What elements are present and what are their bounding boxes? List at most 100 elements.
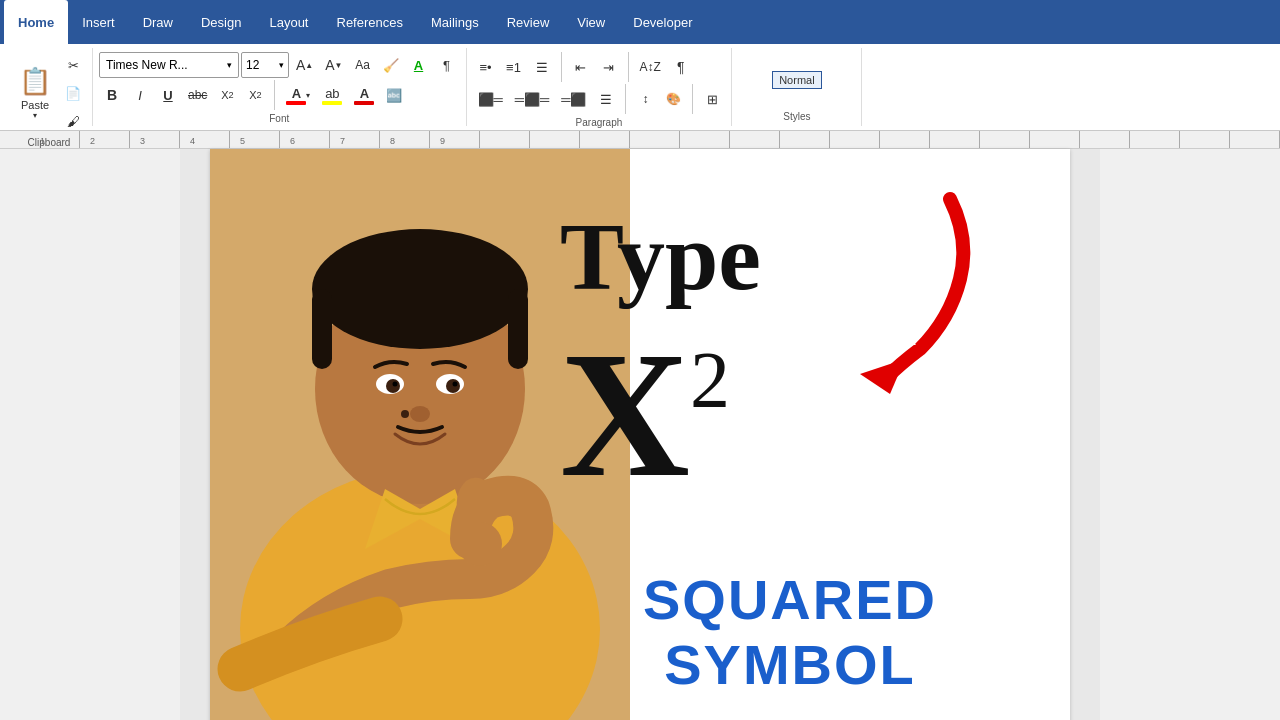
font-size-value: 12	[246, 58, 259, 72]
tab-design[interactable]: Design	[187, 0, 255, 44]
ruler-mark-4: 4	[190, 136, 195, 146]
paste-dropdown-icon: ▾	[33, 111, 37, 120]
font-dropdown-icon: ▾	[227, 60, 232, 70]
ruler: 1 2 3 4 5 6 7 8 9	[0, 131, 1280, 149]
svg-rect-5	[312, 289, 332, 369]
tab-mailings[interactable]: Mailings	[417, 0, 493, 44]
tab-insert[interactable]: Insert	[68, 0, 129, 44]
font-color-button[interactable]: A ▾	[281, 82, 315, 108]
align-left-button[interactable]: ⬛═	[473, 86, 508, 112]
ruler-mark-3: 3	[140, 136, 145, 146]
superscript-button[interactable]: X2	[242, 82, 268, 108]
sep2	[561, 52, 562, 82]
font-name-selector[interactable]: Times New R... ▾	[99, 52, 239, 78]
copy-button[interactable]: 📄	[60, 80, 86, 106]
ruler-mark-9: 9	[440, 136, 445, 146]
ruler-inner: 1 2 3 4 5 6 7 8 9	[30, 131, 1280, 148]
text-color2-display: A	[354, 86, 374, 105]
svg-point-15	[401, 410, 409, 418]
font-size-selector[interactable]: 12 ▾	[241, 52, 289, 78]
ruler-mark-1: 1	[40, 136, 45, 146]
font-style-button[interactable]: 🔤	[381, 82, 407, 108]
styles-row: Normal	[738, 52, 855, 108]
svg-point-12	[453, 382, 458, 387]
ruler-mark-7: 7	[340, 136, 345, 146]
right-margin	[1070, 149, 1100, 720]
tab-layout[interactable]: Layout	[255, 0, 322, 44]
tab-draw[interactable]: Draw	[129, 0, 187, 44]
sep4	[625, 84, 626, 114]
svg-point-10	[446, 379, 460, 393]
highlight-color-button[interactable]: ab	[317, 82, 347, 108]
x-character: X	[560, 325, 690, 505]
left-margin	[180, 149, 210, 720]
italic-button[interactable]: I	[127, 82, 153, 108]
svg-point-9	[386, 379, 400, 393]
paragraph-row2: ⬛═ ═⬛═ ═⬛ ☰ ↕ 🎨 ⊞	[473, 84, 726, 114]
document-area: Type X 2 SQUARED SYMBOL	[0, 149, 1280, 720]
bullets-button[interactable]: ≡•	[473, 54, 499, 80]
styles-label: Styles	[738, 110, 855, 122]
justify-button[interactable]: ☰	[593, 86, 619, 112]
bold-button[interactable]: B	[99, 82, 125, 108]
tab-bar: Home Insert Draw Design Layout Reference…	[0, 0, 1280, 44]
sort-button[interactable]: A↕Z	[635, 54, 666, 80]
align-center-button[interactable]: ═⬛═	[510, 86, 554, 112]
paragraph-mark-button[interactable]: ¶	[434, 52, 460, 78]
underline-button[interactable]: U	[155, 82, 181, 108]
font-size-dropdown-icon: ▾	[279, 60, 284, 70]
tab-home[interactable]: Home	[4, 0, 68, 44]
paste-button[interactable]: 📋 Paste ▾	[12, 67, 58, 119]
subscript-button[interactable]: X2	[214, 82, 240, 108]
svg-point-11	[393, 382, 398, 387]
decrease-indent-button[interactable]: ⇤	[568, 54, 594, 80]
paragraph-row1: ≡• ≡1 ☰ ⇤ ⇥ A↕Z ¶	[473, 52, 726, 82]
document-page[interactable]: Type X 2 SQUARED SYMBOL	[210, 149, 1070, 720]
paragraph-label: Paragraph	[473, 116, 726, 128]
svg-marker-16	[860, 359, 905, 394]
decrease-font-button[interactable]: A▼	[320, 52, 347, 78]
cut-button[interactable]: ✂	[60, 52, 86, 78]
show-formatting-button[interactable]: ¶	[668, 54, 694, 80]
tab-references[interactable]: References	[323, 0, 417, 44]
borders-button[interactable]: ⊞	[699, 86, 725, 112]
font-color-bar	[286, 101, 306, 105]
arrow-svg	[790, 179, 990, 429]
ribbon: Home Insert Draw Design Layout Reference…	[0, 0, 1280, 131]
strikethrough-button[interactable]: abc	[183, 82, 212, 108]
text-color2-button[interactable]: A	[349, 82, 379, 108]
tab-review[interactable]: Review	[493, 0, 564, 44]
sep5	[692, 84, 693, 114]
paste-icon: 📋	[19, 66, 51, 97]
normal-style-button[interactable]: Normal	[772, 71, 821, 89]
font-row2: B I U abc X2 X2 A ▾ ab	[99, 80, 460, 110]
clear-formatting-button[interactable]: 🧹	[378, 52, 404, 78]
multilevel-list-button[interactable]: ☰	[529, 54, 555, 80]
font-name-value: Times New R...	[106, 58, 188, 72]
red-arrow	[790, 179, 990, 433]
font-group: Times New R... ▾ 12 ▾ A▲ A▼ Aa 🧹 A ¶ B I…	[93, 48, 467, 126]
ruler-mark-6: 6	[290, 136, 295, 146]
font-label: Font	[99, 112, 460, 124]
font-color-display: A	[286, 86, 306, 105]
superscript-2: 2	[690, 335, 730, 426]
paste-label: Paste	[21, 99, 49, 111]
text-color2-bar	[354, 101, 374, 105]
line-spacing-button[interactable]: ↕	[632, 86, 658, 112]
svg-point-13	[410, 406, 430, 422]
shading-button[interactable]: 🎨	[660, 86, 686, 112]
numbering-button[interactable]: ≡1	[501, 54, 527, 80]
text-effects-button[interactable]: A	[406, 52, 432, 78]
font-color-dropdown[interactable]: ▾	[306, 91, 310, 100]
change-case-button[interactable]: Aa	[350, 52, 376, 78]
font-row1: Times New R... ▾ 12 ▾ A▲ A▼ Aa 🧹 A ¶	[99, 52, 460, 78]
tab-view[interactable]: View	[563, 0, 619, 44]
ruler-mark-2: 2	[90, 136, 95, 146]
sep1	[274, 80, 275, 110]
clipboard-row: 📋 Paste ▾ ✂ 📄 🖌	[12, 52, 86, 134]
tab-developer[interactable]: Developer	[619, 0, 706, 44]
increase-font-button[interactable]: A▲	[291, 52, 318, 78]
styles-group: Normal Styles	[732, 48, 862, 126]
increase-indent-button[interactable]: ⇥	[596, 54, 622, 80]
align-right-button[interactable]: ═⬛	[556, 86, 591, 112]
